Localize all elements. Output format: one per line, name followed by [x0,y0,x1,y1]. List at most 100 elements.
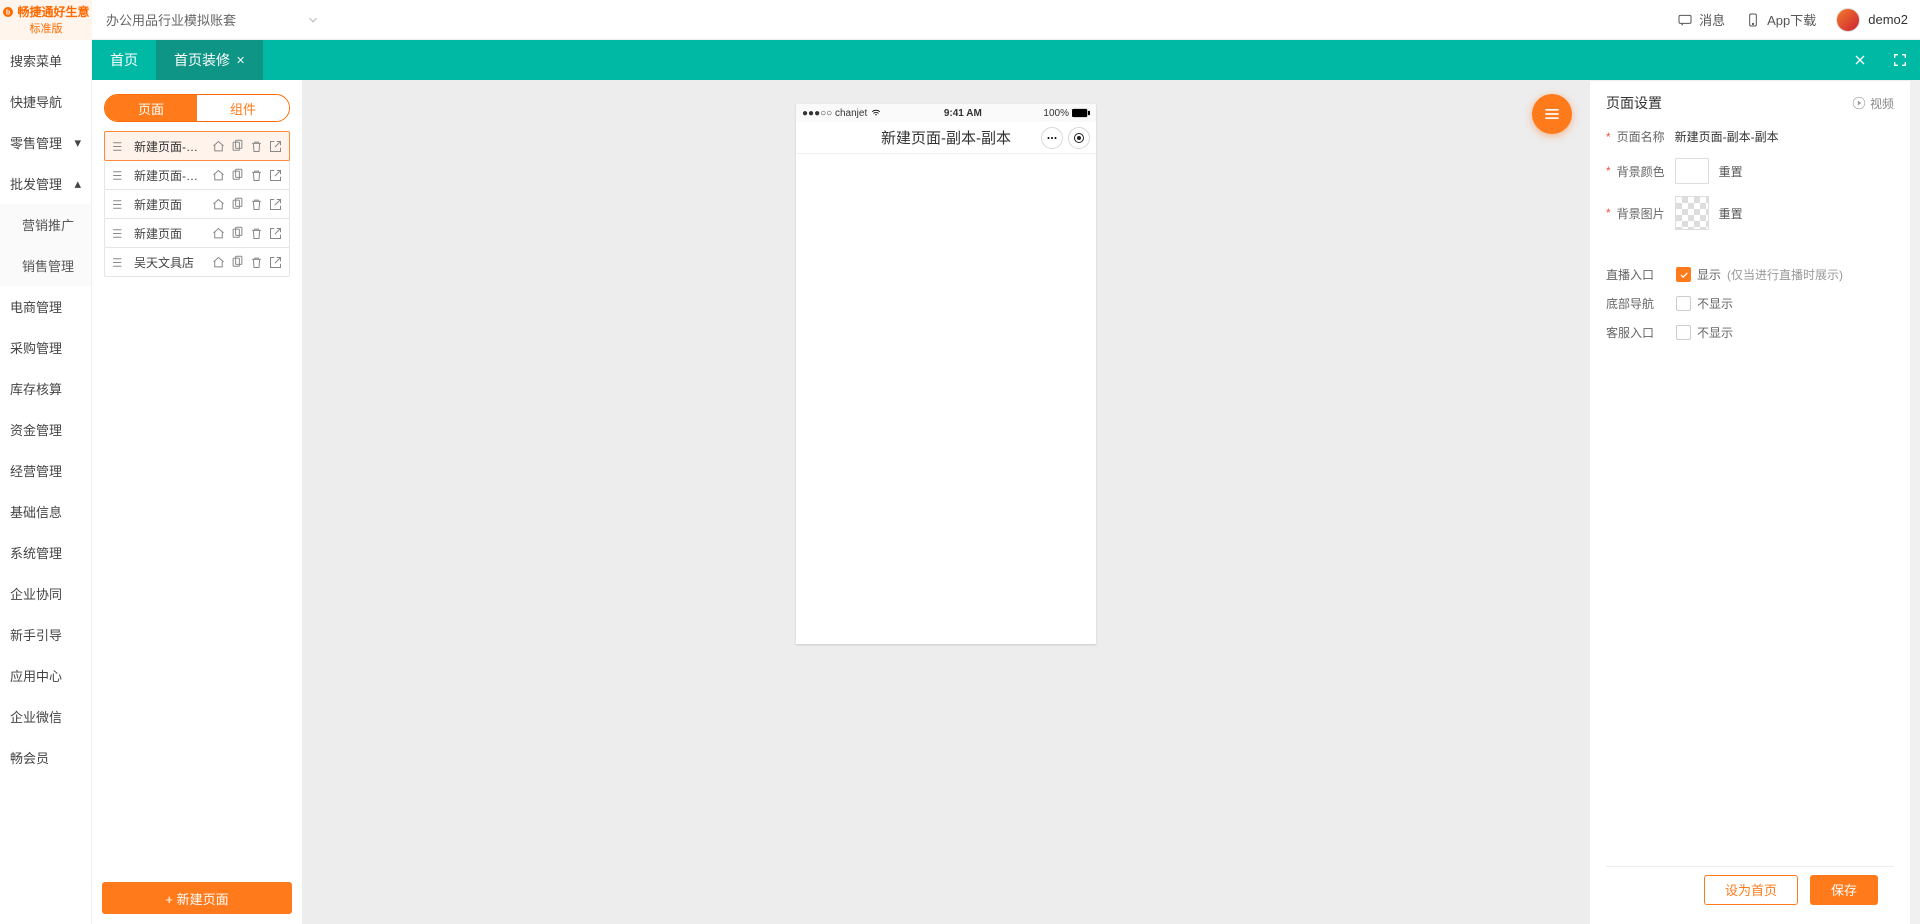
video-help-link[interactable]: 视频 [1852,95,1894,112]
nav-item[interactable]: 新手引导 [0,614,91,655]
brand-badge: b 畅捷通好生意 标准版 [0,0,92,40]
bgcolor-label: 背景颜色 [1617,163,1675,180]
external-icon[interactable] [268,255,283,270]
page-name-input[interactable] [1675,127,1894,146]
home-icon[interactable] [211,226,226,241]
nav-item[interactable]: 企业微信 [0,696,91,737]
set-home-button[interactable]: 设为首页 [1704,875,1798,905]
drag-icon [111,139,126,154]
bgimage-swatch[interactable] [1675,196,1709,230]
external-icon[interactable] [268,168,283,183]
nav-item[interactable]: 系统管理 [0,532,91,573]
copy-icon[interactable] [230,255,245,270]
bgcolor-swatch[interactable] [1675,158,1709,184]
fab-menu-button[interactable] [1532,94,1572,134]
editor-canvas: ●●●○○ chanjet 9:41 AM 100% 新建页面-副本-副本 [302,80,1590,924]
service-text: 不显示 [1697,324,1733,341]
nav-item[interactable]: 资金管理 [0,409,91,450]
phone-icon [1745,12,1761,28]
drag-icon [111,255,126,270]
page-list-item[interactable]: 新建页面-副本... [104,131,290,161]
nav-item[interactable]: 应用中心 [0,655,91,696]
external-icon[interactable] [268,226,283,241]
copy-icon[interactable] [230,226,245,241]
nav-item[interactable]: 库存核算 [0,368,91,409]
copy-icon[interactable] [230,139,245,154]
drag-icon [111,197,126,212]
delete-icon[interactable] [249,255,264,270]
bottom-nav-checkbox[interactable] [1676,296,1691,311]
row-bg-image: * 背景图片 重置 [1606,196,1894,230]
svg-text:b: b [6,9,10,16]
page-label: 新建页面-副本 [134,167,207,184]
avatar[interactable] [1836,8,1860,32]
home-icon[interactable] [211,255,226,270]
live-show-text: 显示 [1697,266,1721,283]
chevron-down-icon [306,13,320,27]
page-label: 新建页面 [134,225,207,242]
nav-item[interactable]: 快捷导航 [0,81,91,122]
delete-icon[interactable] [249,139,264,154]
scrollbar-stub[interactable] [1910,80,1920,924]
live-entry-label: 直播入口 [1606,266,1676,283]
live-show-checkbox[interactable] [1676,267,1691,282]
workspace-dropdown[interactable]: 办公用品行业模拟账套 [106,10,236,29]
toggle-component[interactable]: 组件 [197,95,289,121]
copy-icon[interactable] [230,168,245,183]
chevron-icon: ▴ [74,176,81,192]
nav-subitem[interactable]: 销售管理 [0,245,91,286]
bottom-nav-label: 底部导航 [1606,295,1676,312]
close-tab-icon[interactable]: ✕ [236,54,245,67]
nav-item[interactable]: 采购管理 [0,327,91,368]
service-checkbox[interactable] [1676,325,1691,340]
delete-icon[interactable] [249,197,264,212]
delete-icon[interactable] [249,226,264,241]
miniprogram-menu-icon[interactable] [1041,127,1063,149]
tab-home[interactable]: 首页 [92,40,156,80]
row-bg-color: * 背景颜色 重置 [1606,158,1894,184]
copy-icon[interactable] [230,197,245,212]
toggle-page[interactable]: 页面 [105,95,197,121]
tabbar-close-icon[interactable] [1840,40,1880,80]
bgcolor-reset[interactable]: 重置 [1719,163,1743,180]
page-list-item[interactable]: 吴天文具店 [104,247,290,277]
settings-title: 页面设置 [1606,93,1662,113]
add-page-button[interactable]: + 新建页面 [102,882,292,914]
page-list-item[interactable]: 新建页面 [104,218,290,248]
miniprogram-close-icon[interactable] [1068,127,1090,149]
save-button[interactable]: 保存 [1810,875,1878,905]
bgimage-reset[interactable]: 重置 [1719,205,1743,222]
home-icon[interactable] [211,139,226,154]
tab-decorate[interactable]: 首页装修✕ [156,40,263,80]
page-list-item[interactable]: 新建页面 [104,189,290,219]
phone-time: 9:41 AM [882,108,1043,119]
app-download-link[interactable]: App下载 [1745,10,1816,29]
nav-item[interactable]: 畅会员 [0,737,91,778]
brand-edition: 标准版 [30,20,63,36]
nav-item[interactable]: 批发管理▴ [0,163,91,204]
nav-item[interactable]: 企业协同 [0,573,91,614]
service-label: 客服入口 [1606,324,1676,341]
battery-label: 100% [1043,108,1069,119]
nav-item[interactable]: 电商管理 [0,286,91,327]
messages-link[interactable]: 消息 [1677,10,1725,29]
brand-logo-icon: b [2,6,14,18]
nav-item[interactable]: 搜索菜单 [0,40,91,81]
home-icon[interactable] [211,168,226,183]
row-bottom-nav: 底部导航 不显示 [1606,295,1894,312]
fullscreen-icon[interactable] [1880,40,1920,80]
page-list-item[interactable]: 新建页面-副本 [104,160,290,190]
drag-icon [111,168,126,183]
nav-item[interactable]: 零售管理▾ [0,122,91,163]
username: demo2 [1868,12,1908,27]
nav-item[interactable]: 经营管理 [0,450,91,491]
external-icon[interactable] [268,139,283,154]
chevron-icon: ▾ [74,135,81,151]
page-list: 新建页面-副本...新建页面-副本新建页面新建页面吴天文具店 [102,132,292,277]
nav-item[interactable]: 基础信息 [0,491,91,532]
external-icon[interactable] [268,197,283,212]
delete-icon[interactable] [249,168,264,183]
row-page-name: * 页面名称 [1606,127,1894,146]
home-icon[interactable] [211,197,226,212]
nav-subitem[interactable]: 营销推广 [0,204,91,245]
